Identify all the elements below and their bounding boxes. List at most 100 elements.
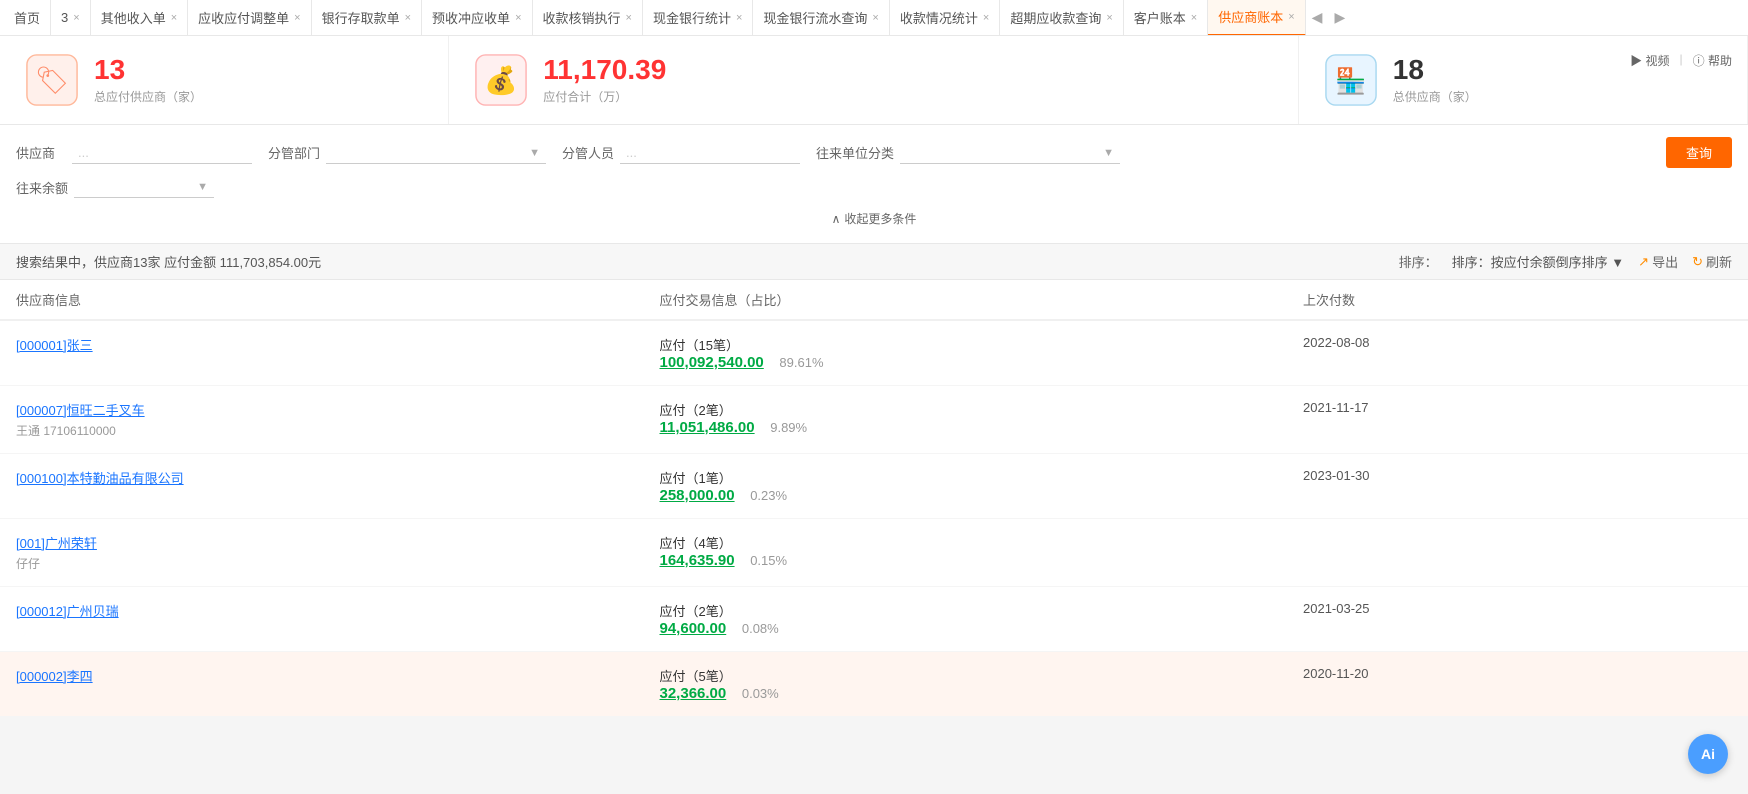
ai-badge-label: Ai bbox=[1701, 746, 1715, 762]
nav-tab-cash-bank-stat-close[interactable]: × bbox=[736, 12, 742, 24]
stat-block-payable: 💰 11,170.39 应付合计（万） bbox=[449, 36, 1299, 124]
filter-item-balance: 往来余额 ▼ bbox=[16, 176, 214, 198]
nav-tab-bank-deposit[interactable]: 银行存取款单 × bbox=[312, 0, 422, 36]
nav-tab-prepay-offset-close[interactable]: × bbox=[515, 12, 521, 24]
refresh-button[interactable]: ↻ 刷新 bbox=[1692, 252, 1732, 271]
filter-category-wrap: ▼ bbox=[900, 142, 1120, 164]
supplier-link-4[interactable]: [001]广州荣轩 bbox=[16, 536, 97, 551]
tx-percent-4: 0.15% bbox=[750, 553, 787, 568]
filter-supplier-input[interactable] bbox=[72, 142, 252, 164]
export-icon: ↗ bbox=[1638, 254, 1649, 270]
query-button[interactable]: 查询 bbox=[1666, 137, 1732, 168]
nav-tab-3-close[interactable]: × bbox=[73, 12, 79, 24]
tx-info-2: 应付（2笔） 11,051,486.00 9.89% bbox=[660, 400, 1304, 436]
sort-select[interactable]: 排序：按应付余额倒序排序 ▼ bbox=[1452, 252, 1625, 271]
nav-tab-receipt-verify-label: 收款核销执行 bbox=[543, 8, 621, 27]
data-table: 供应商信息 应付交易信息（占比） 上次付数 [000001]张三 应付（15笔）… bbox=[0, 280, 1748, 717]
tx-amount-1[interactable]: 100,092,540.00 bbox=[660, 354, 764, 371]
last-pay-3: 2023-01-30 bbox=[1303, 468, 1732, 483]
nav-tab-receipt-stat-label: 收款情况统计 bbox=[900, 8, 978, 27]
nav-tab-other-income[interactable]: 其他收入单 × bbox=[91, 0, 188, 36]
table-row: [000007]恒旺二手叉车 王通 17106110000 应付（2笔） 11,… bbox=[0, 386, 1748, 454]
nav-tab-cash-bank-flow-close[interactable]: × bbox=[872, 12, 878, 24]
nav-tab-supplier-book-close[interactable]: × bbox=[1288, 11, 1294, 23]
tx-info-4: 应付（4笔） 164,635.90 0.15% bbox=[660, 533, 1304, 569]
nav-tab-bank-deposit-close[interactable]: × bbox=[405, 12, 411, 24]
tx-amount-3[interactable]: 258,000.00 bbox=[660, 487, 735, 504]
filter-balance-label: 往来余额 bbox=[16, 178, 68, 197]
nav-tab-3[interactable]: 3 × bbox=[51, 0, 91, 36]
ai-badge[interactable]: Ai bbox=[1688, 734, 1728, 774]
stat-total-suppliers-label: 总供应商（家） bbox=[1393, 88, 1477, 105]
table-row: [000002]李四 应付（5笔） 32,366.00 0.03% 2020-1… bbox=[0, 652, 1748, 717]
store-icon: 🏪 bbox=[1323, 52, 1379, 108]
nav-tab-other-income-close[interactable]: × bbox=[171, 12, 177, 24]
tx-label-4: 应付（4笔） bbox=[660, 533, 1304, 552]
supplier-link-2[interactable]: [000007]恒旺二手叉车 bbox=[16, 403, 145, 418]
collapse-button[interactable]: ∧ 收起更多条件 bbox=[832, 206, 917, 231]
last-pay-5: 2021-03-25 bbox=[1303, 601, 1732, 616]
supplier-link-6[interactable]: [000002]李四 bbox=[16, 669, 93, 684]
table-row: [000001]张三 应付（15笔） 100,092,540.00 89.61%… bbox=[0, 321, 1748, 386]
supplier-link-5[interactable]: [000012]广州贝瑞 bbox=[16, 604, 119, 619]
filter-category-select[interactable] bbox=[900, 142, 1120, 164]
table-row: [001]广州荣轩 仔仔 应付（4笔） 164,635.90 0.15% bbox=[0, 519, 1748, 587]
filter-dept-select[interactable] bbox=[326, 142, 546, 164]
nav-tab-ar-ap-adjust-close[interactable]: × bbox=[294, 12, 300, 24]
tx-label-2: 应付（2笔） bbox=[660, 400, 1304, 419]
nav-tab-supplier-book-label: 供应商账本 bbox=[1218, 7, 1283, 26]
tx-amount-4[interactable]: 164,635.90 bbox=[660, 552, 735, 569]
nav-tab-other-income-label: 其他收入单 bbox=[101, 8, 166, 27]
filter-supplier-label: 供应商 bbox=[16, 143, 66, 162]
last-pay-2: 2021-11-17 bbox=[1303, 400, 1732, 415]
filter-item-supplier: 供应商 bbox=[16, 142, 252, 164]
nav-arrow-left[interactable]: ◀ bbox=[1306, 9, 1329, 26]
filter-item-person: 分管人员 bbox=[562, 142, 800, 164]
top-navigation: 首页 3 × 其他收入单 × 应收应付调整单 × 银行存取款单 × 预收冲应收单… bbox=[0, 0, 1748, 36]
nav-tab-receipt-verify[interactable]: 收款核销执行 × bbox=[533, 0, 643, 36]
nav-tab-customer-book-close[interactable]: × bbox=[1191, 12, 1197, 24]
filter-row-1: 供应商 分管部门 ▼ 分管人员 往来单位分类 ▼ bbox=[16, 137, 1732, 168]
export-button[interactable]: ↗ 导出 bbox=[1638, 252, 1678, 271]
col-header-supplier: 供应商信息 bbox=[16, 290, 660, 309]
stat-info-payable: 11,170.39 应付合计（万） bbox=[543, 56, 666, 105]
nav-tab-cash-bank-stat[interactable]: 现金银行统计 × bbox=[643, 0, 753, 36]
nav-tab-overdue-ar-close[interactable]: × bbox=[1106, 12, 1112, 24]
supplier-sub-2: 王通 17106110000 bbox=[16, 422, 660, 439]
nav-tab-customer-book[interactable]: 客户账本 × bbox=[1124, 0, 1208, 36]
nav-tab-receipt-stat[interactable]: 收款情况统计 × bbox=[890, 0, 1000, 36]
nav-tab-receipt-verify-close[interactable]: × bbox=[626, 12, 632, 24]
stat-suppliers-number: 13 bbox=[94, 56, 202, 84]
nav-tab-overdue-ar[interactable]: 超期应收款查询 × bbox=[1000, 0, 1123, 36]
tx-percent-6: 0.03% bbox=[742, 686, 779, 701]
nav-tab-receipt-stat-close[interactable]: × bbox=[983, 12, 989, 24]
tx-amount-5[interactable]: 94,600.00 bbox=[660, 620, 727, 637]
filter-dept-wrap: ▼ bbox=[326, 142, 546, 164]
tx-info-3: 应付（1笔） 258,000.00 0.23% bbox=[660, 468, 1304, 504]
filter-balance-select[interactable] bbox=[74, 176, 214, 198]
supplier-link-3[interactable]: [000100]本特勤油品有限公司 bbox=[16, 471, 184, 486]
nav-tab-ar-ap-adjust[interactable]: 应收应付调整单 × bbox=[188, 0, 311, 36]
tx-amount-2[interactable]: 11,051,486.00 bbox=[660, 419, 755, 436]
nav-tab-prepay-offset[interactable]: 预收冲应收单 × bbox=[422, 0, 532, 36]
svg-text:🏪: 🏪 bbox=[1335, 67, 1366, 96]
stat-payable-number: 11,170.39 bbox=[543, 56, 666, 84]
filter-person-input[interactable] bbox=[620, 142, 800, 164]
tx-amount-6[interactable]: 32,366.00 bbox=[660, 685, 727, 702]
sort-label: 排序： bbox=[1399, 252, 1438, 271]
collapse-chevron-icon: ∧ bbox=[832, 212, 841, 226]
nav-tab-prepay-offset-label: 预收冲应收单 bbox=[432, 8, 510, 27]
supplier-info-1: [000001]张三 bbox=[16, 335, 660, 354]
nav-tab-cash-bank-flow[interactable]: 现金银行流水查询 × bbox=[753, 0, 889, 36]
stat-suppliers-label: 总应付供应商（家） bbox=[94, 88, 202, 105]
supplier-link-1[interactable]: [000001]张三 bbox=[16, 338, 93, 353]
svg-text:💰: 💰 bbox=[484, 65, 518, 97]
nav-arrow-right[interactable]: ▶ bbox=[1328, 9, 1351, 26]
nav-tab-home[interactable]: 首页 bbox=[4, 0, 51, 36]
filter-category-label: 往来单位分类 bbox=[816, 143, 894, 162]
tx-percent-3: 0.23% bbox=[750, 488, 787, 503]
nav-tab-supplier-book[interactable]: 供应商账本 × bbox=[1208, 0, 1305, 36]
nav-tab-cash-bank-stat-label: 现金银行统计 bbox=[653, 8, 731, 27]
video-link[interactable]: ▶ 视频 bbox=[1630, 52, 1669, 69]
help-link[interactable]: ⓘ 帮助 bbox=[1693, 52, 1732, 69]
